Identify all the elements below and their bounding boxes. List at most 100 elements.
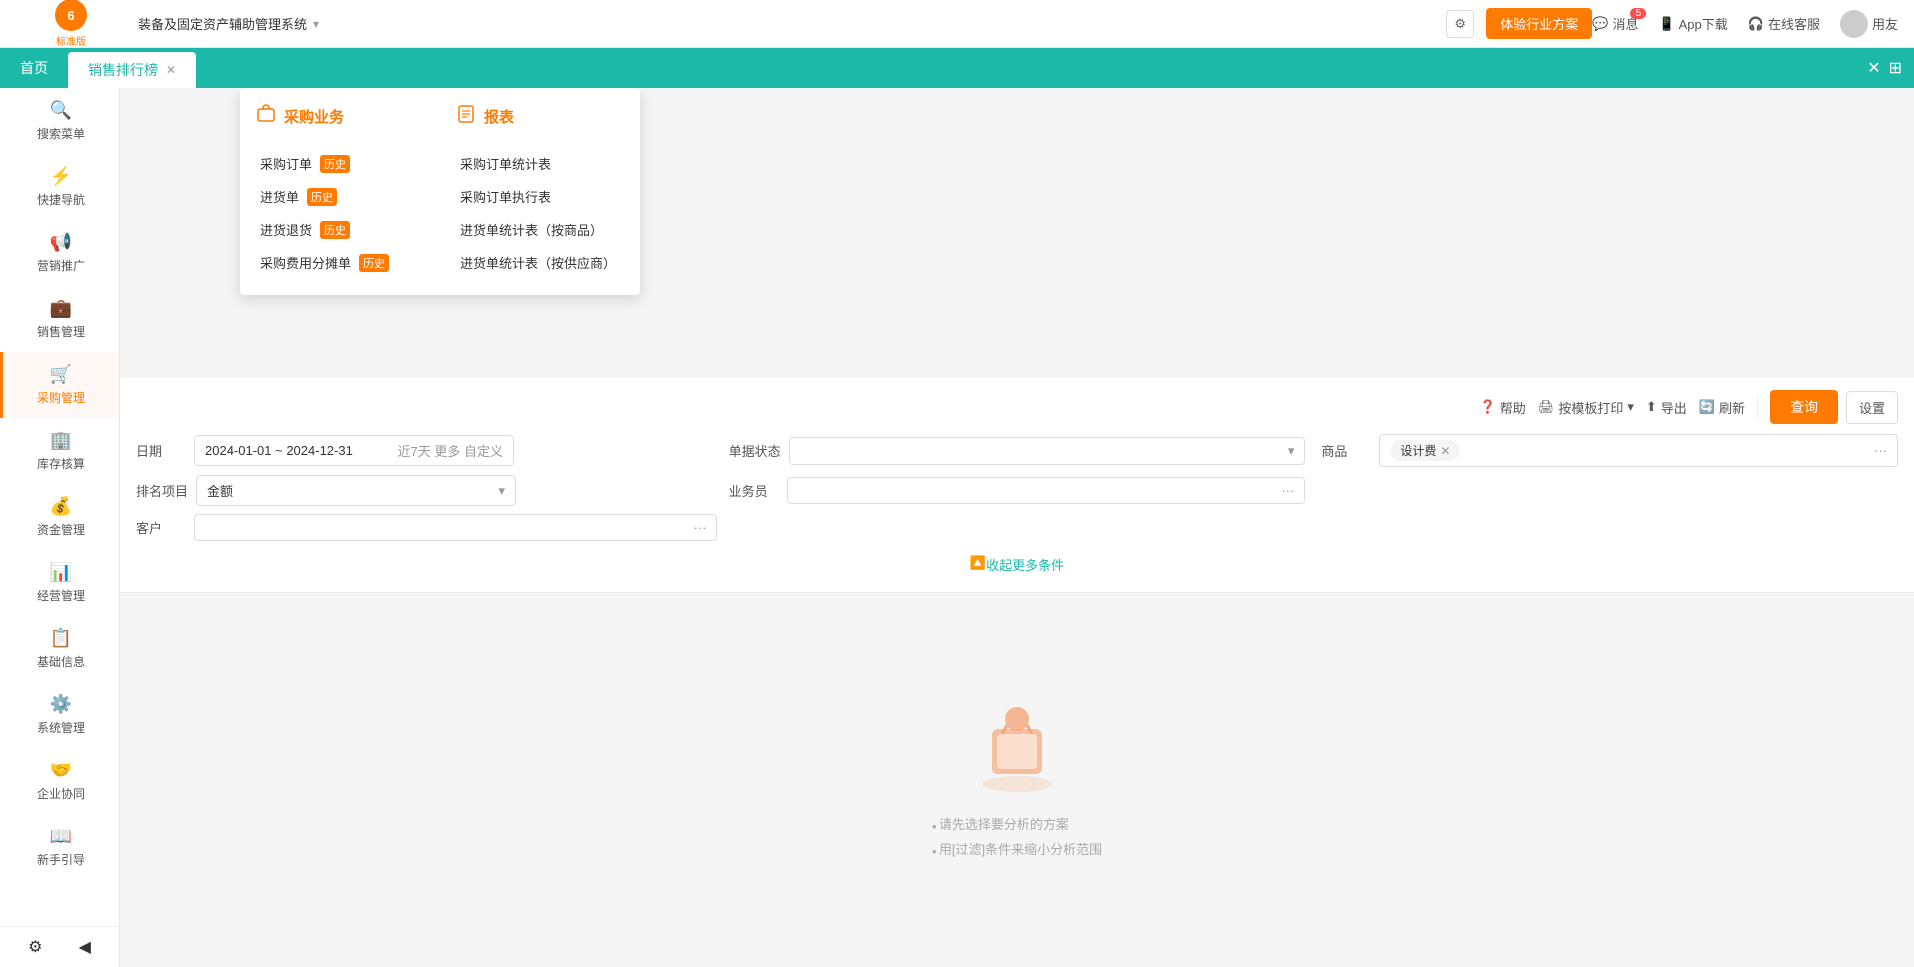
header-right: 💬 消息 5 📱 App下载 🎧 在线客服 用友 <box>1592 10 1898 38</box>
filter-date: 日期 2024-01-01 ~ 2024-12-31 近7天 更多 自定义 <box>136 435 713 466</box>
purchase-dropdown-menu: 采购业务 采购订单 历史 进货单 历史 进货退货 历史 采购费用分摊单 历史 <box>240 88 640 295</box>
help-icon: ❓ <box>1480 399 1496 415</box>
message-badge: 5 <box>1630 8 1646 19</box>
gear-button[interactable]: ⚙ <box>1446 10 1474 38</box>
quicknav-icon: ⚡ <box>50 166 72 187</box>
logo-area: 6 标准版 <box>16 0 126 48</box>
history-badge: 历史 <box>307 188 337 206</box>
menu-item-purchase-order-stat[interactable]: 采购订单统计表 <box>456 147 620 180</box>
refresh-button[interactable]: 🔄 刷新 <box>1699 398 1745 417</box>
tag-remove-icon[interactable]: ✕ <box>1440 444 1450 458</box>
app-download-button[interactable]: 📱 App下载 <box>1658 14 1727 33</box>
sidebar-item-quicknav[interactable]: ⚡ 快捷导航 <box>0 154 119 220</box>
sidebar-item-finance[interactable]: 💰 资金管理 <box>0 484 119 550</box>
history-badge: 历史 <box>320 155 350 173</box>
filter-status: 单据状态 ▾ <box>729 437 1306 465</box>
headset-icon: 🎧 <box>1748 16 1764 32</box>
print-button[interactable]: 🖨 按模板打印 ▾ <box>1538 398 1634 417</box>
export-button[interactable]: ⬆ 导出 <box>1646 398 1687 417</box>
status-input[interactable]: ▾ <box>789 437 1306 465</box>
system-name: 装备及固定资产辅助管理系统 ▾ <box>138 14 1438 33</box>
operations-icon: 📊 <box>50 562 72 583</box>
menu-label: 进货单 <box>260 187 299 206</box>
main-layout: 🔍 搜索菜单 ⚡ 快捷导航 📢 营销推广 💼 销售管理 🛒 采购管理 🏢 库存核… <box>0 88 1914 967</box>
query-button[interactable]: 查询 <box>1770 390 1838 424</box>
sidebar-item-purchase[interactable]: 🛒 采购管理 <box>0 352 119 418</box>
collapse-icon: 🔼 <box>970 555 986 574</box>
report-section: 报表 采购订单统计表 采购订单执行表 进货单统计表（按商品） 进货单统计表（按供… <box>456 104 620 279</box>
sidebar-item-inventory[interactable]: 🏢 库存核算 <box>0 418 119 484</box>
rank-label: 排名项目 <box>136 481 188 500</box>
settings-bottom-icon[interactable]: ⚙ <box>28 937 42 957</box>
customer-input[interactable]: ··· <box>194 514 717 541</box>
menu-item-purchase-order[interactable]: 采购订单 历史 <box>256 147 416 180</box>
settings-button[interactable]: 设置 <box>1846 391 1898 424</box>
empty-illustration <box>967 699 1067 799</box>
chevron-down-icon[interactable]: ▾ <box>313 17 319 31</box>
search-icon: 🔍 <box>50 100 72 121</box>
goods-tag: 设计费 ✕ <box>1390 440 1460 461</box>
purchase-section: 采购业务 采购订单 历史 进货单 历史 进货退货 历史 采购费用分摊单 历史 <box>256 104 416 279</box>
menu-label: 进货单统计表（按供应商） <box>460 253 616 272</box>
sidebar-bottom: ⚙ ◀ <box>0 926 119 967</box>
help-button[interactable]: ❓ 帮助 <box>1480 398 1526 417</box>
tab-home[interactable]: 首页 <box>0 48 68 88</box>
empty-state: 请先选择要分析的方案 用[过滤]条件来缩小分析范围 <box>120 593 1914 967</box>
inventory-icon: 🏢 <box>50 430 72 451</box>
industry-button[interactable]: 体验行业方案 <box>1486 8 1592 39</box>
salesman-label: 业务员 <box>729 481 779 500</box>
close-window-icon[interactable]: ✕ <box>1867 58 1880 78</box>
menu-item-purchase-order-exec[interactable]: 采购订单执行表 <box>456 180 620 213</box>
sidebar-item-collab[interactable]: 🤝 企业协同 <box>0 748 119 814</box>
phone-icon: 📱 <box>1658 16 1674 32</box>
status-label: 单据状态 <box>729 441 781 460</box>
menu-item-incoming[interactable]: 进货单 历史 <box>256 180 416 213</box>
menu-item-incoming-by-goods[interactable]: 进货单统计表（按商品） <box>456 213 620 246</box>
menu-item-incoming-by-supplier[interactable]: 进货单统计表（按供应商） <box>456 246 620 279</box>
salesman-input[interactable]: ··· <box>787 477 1306 504</box>
history-badge: 历史 <box>359 254 389 272</box>
filter-row-3: 客户 ··· <box>136 514 1898 541</box>
sidebar-item-operations[interactable]: 📊 经营管理 <box>0 550 119 616</box>
date-label: 日期 <box>136 441 186 460</box>
sidebar-item-marketing[interactable]: 📢 营销推广 <box>0 220 119 286</box>
message-button[interactable]: 💬 消息 5 <box>1592 14 1638 33</box>
menu-label: 采购订单统计表 <box>460 154 551 173</box>
report-section-title: 报表 <box>456 104 620 135</box>
menu-item-return-goods[interactable]: 进货退货 历史 <box>256 213 416 246</box>
print-chevron-icon: ▾ <box>1627 399 1634 415</box>
svg-text:6: 6 <box>67 8 74 23</box>
user-area[interactable]: 用友 <box>1840 10 1898 38</box>
collapse-row[interactable]: 🔼 收起更多条件 <box>136 549 1898 580</box>
collapse-sidebar-icon[interactable]: ◀ <box>79 937 91 957</box>
empty-text-list: 请先选择要分析的方案 用[过滤]条件来缩小分析范围 <box>932 811 1102 861</box>
sidebar-item-system[interactable]: ⚙️ 系统管理 <box>0 682 119 748</box>
purchase-section-title: 采购业务 <box>256 104 416 135</box>
menu-label: 进货单统计表（按商品） <box>460 220 603 239</box>
marketing-icon: 📢 <box>50 232 72 253</box>
basicinfo-icon: 📋 <box>50 628 72 649</box>
menu-item-purchase-expense[interactable]: 采购费用分摊单 历史 <box>256 246 416 279</box>
date-input[interactable]: 2024-01-01 ~ 2024-12-31 近7天 更多 自定义 <box>194 435 514 466</box>
sidebar: 🔍 搜索菜单 ⚡ 快捷导航 📢 营销推广 💼 销售管理 🛒 采购管理 🏢 库存核… <box>0 88 120 967</box>
goods-input[interactable]: 设计费 ✕ ··· <box>1379 434 1898 467</box>
tab-close-icon[interactable]: ✕ <box>166 63 176 77</box>
query-toolbar: ❓ 帮助 🖨 按模板打印 ▾ ⬆ 导出 🔄 刷新 查询 <box>136 390 1898 424</box>
sidebar-item-guide[interactable]: 📖 新手引导 <box>0 814 119 880</box>
maximize-icon[interactable]: ⊞ <box>1889 58 1902 78</box>
sidebar-item-search[interactable]: 🔍 搜索菜单 <box>0 88 119 154</box>
history-badge: 历史 <box>320 221 350 239</box>
sales-icon: 💼 <box>50 298 72 319</box>
divider <box>1757 395 1758 419</box>
rank-input[interactable]: 金额 ▾ <box>196 475 516 506</box>
goods-label: 商品 <box>1321 441 1371 460</box>
sidebar-item-sales[interactable]: 💼 销售管理 <box>0 286 119 352</box>
tab-bar: 首页 销售排行榜 ✕ ✕ ⊞ <box>0 48 1914 88</box>
query-area: ❓ 帮助 🖨 按模板打印 ▾ ⬆ 导出 🔄 刷新 查询 <box>120 378 1914 593</box>
tab-sales-rank[interactable]: 销售排行榜 ✕ <box>68 52 196 88</box>
sidebar-item-basicinfo[interactable]: 📋 基础信息 <box>0 616 119 682</box>
logo-icon: 6 <box>55 0 87 31</box>
online-service-button[interactable]: 🎧 在线客服 <box>1748 14 1820 33</box>
filter-goods: 商品 设计费 ✕ ··· <box>1321 434 1898 467</box>
top-header: 6 标准版 装备及固定资产辅助管理系统 ▾ ⚙ 体验行业方案 💬 消息 5 📱 … <box>0 0 1914 48</box>
